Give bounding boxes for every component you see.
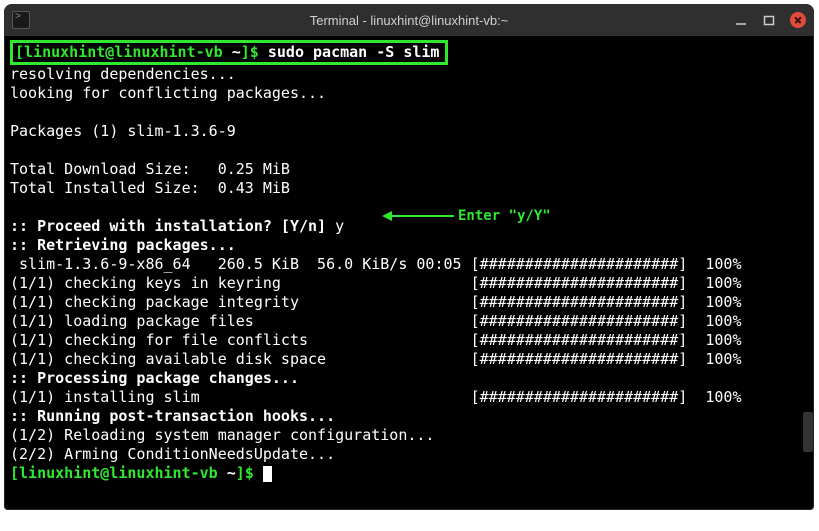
output-line: (1/2) Reloading system manager configura…	[10, 426, 434, 444]
titlebar-left	[12, 11, 30, 29]
proceed-prompt: :: Proceed with installation? [Y/n]	[10, 217, 335, 235]
output-line: (1/1) checking package integrity [######…	[10, 293, 742, 311]
output-line: (2/2) Arming ConditionNeedsUpdate...	[10, 445, 335, 463]
command-text: sudo pacman -S slim	[268, 43, 440, 61]
output-line: :: Processing package changes...	[10, 369, 299, 387]
output-line: :: Running post-transaction hooks...	[10, 407, 335, 425]
minimize-button[interactable]	[734, 13, 748, 27]
output-line: (1/1) checking keys in keyring [########…	[10, 274, 742, 292]
annotation-text: Enter "y/Y"	[458, 208, 551, 224]
output-line: slim-1.3.6-9-x86_64 260.5 KiB 56.0 KiB/s…	[10, 255, 742, 273]
output-line: :: Retrieving packages...	[10, 236, 236, 254]
maximize-button[interactable]	[762, 13, 776, 27]
output-line: Packages (1) slim-1.3.6-9	[10, 122, 236, 140]
output-line: (1/1) installing slim [#################…	[10, 388, 742, 406]
output-line: looking for conflicting packages...	[10, 84, 326, 102]
proceed-answer: y	[335, 217, 344, 235]
arrow-icon	[384, 215, 454, 217]
annotation: Enter "y/Y"	[384, 208, 551, 224]
prompt-path: ~	[218, 464, 236, 482]
prompt-user-host: [linuxhint@linuxhint-vb	[15, 43, 223, 61]
titlebar: Terminal - linuxhint@linuxhint-vb:~	[4, 4, 814, 36]
output-line: (1/1) checking available disk space [###…	[10, 350, 742, 368]
command-highlight: [linuxhint@linuxhint-vb ~]$ sudo pacman …	[10, 40, 448, 65]
output-line: (1/1) loading package files [###########…	[10, 312, 742, 330]
window-title: Terminal - linuxhint@linuxhint-vb:~	[310, 13, 509, 28]
close-button[interactable]	[790, 12, 806, 28]
terminal-icon	[12, 11, 30, 29]
output-line: resolving dependencies...	[10, 65, 236, 83]
cursor	[263, 466, 272, 482]
prompt-suffix: ]$	[241, 43, 268, 61]
prompt-path: ~	[223, 43, 241, 61]
scrollbar[interactable]	[803, 38, 813, 452]
scrollbar-thumb[interactable]	[803, 412, 813, 452]
output-line: Total Installed Size: 0.43 MiB	[10, 179, 290, 197]
window-controls	[734, 12, 806, 28]
prompt-user-host: [linuxhint@linuxhint-vb	[10, 464, 218, 482]
output-line: (1/1) checking for file conflicts [#####…	[10, 331, 742, 349]
output-line: Total Download Size: 0.25 MiB	[10, 160, 290, 178]
terminal-window: Terminal - linuxhint@linuxhint-vb:~ [lin…	[4, 4, 814, 510]
terminal-body[interactable]: [linuxhint@linuxhint-vb ~]$ sudo pacman …	[4, 36, 814, 487]
prompt-suffix: ]$	[236, 464, 263, 482]
